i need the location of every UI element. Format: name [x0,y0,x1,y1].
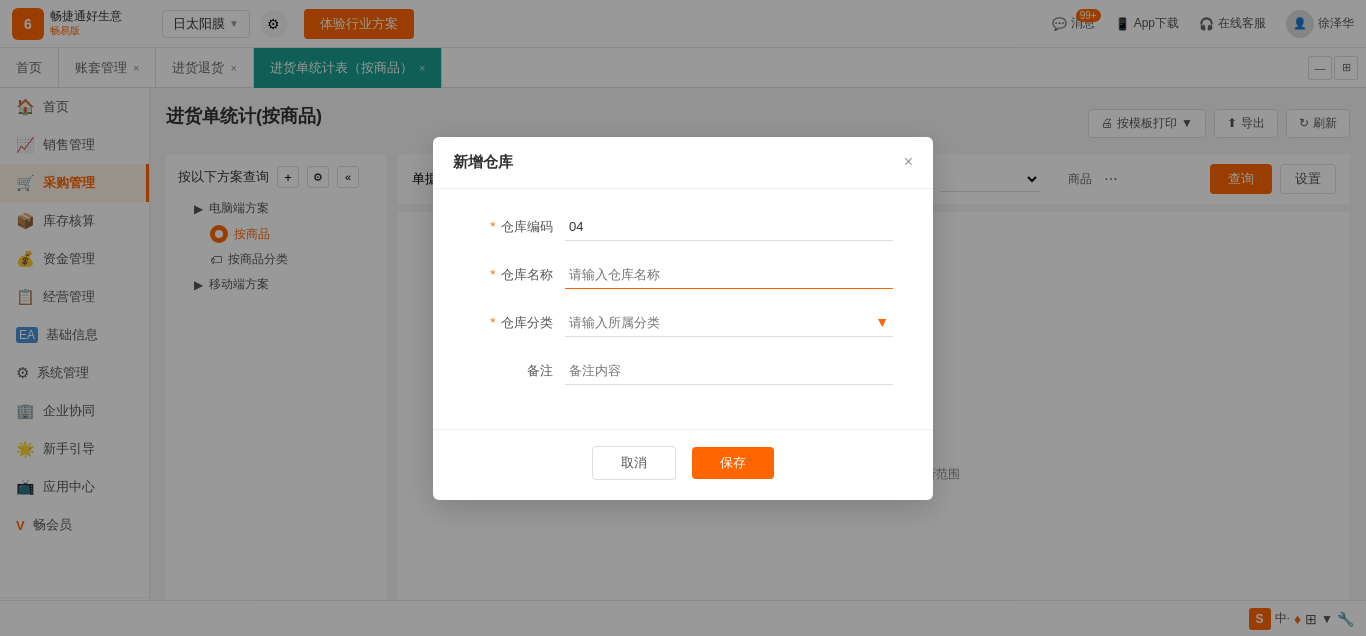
cancel-button[interactable]: 取消 [592,446,676,480]
dialog-add-warehouse: 新增仓库 × * 仓库编码 * 仓库名称 [433,137,933,500]
dialog-body: * 仓库编码 * 仓库名称 * 仓库分类 [433,189,933,429]
form-row-remark: 备注 [473,357,893,385]
form-name-label: * 仓库名称 [473,266,553,284]
warehouse-remark-input[interactable] [565,357,893,385]
modal-overlay: 新增仓库 × * 仓库编码 * 仓库名称 [0,0,1366,636]
category-required-mark: * [490,315,495,330]
form-row-name: * 仓库名称 [473,261,893,289]
warehouse-category-input[interactable] [565,309,871,336]
category-select-row: ▼ [565,309,893,337]
form-remark-label: 备注 [473,362,553,380]
form-row-code: * 仓库编码 [473,213,893,241]
dialog-header: 新增仓库 × [433,137,933,189]
warehouse-name-input[interactable] [565,261,893,289]
form-code-label: * 仓库编码 [473,218,553,236]
dialog-footer: 取消 保存 [433,429,933,500]
save-button[interactable]: 保存 [692,447,774,479]
warehouse-code-input[interactable] [565,213,893,241]
form-row-category: * 仓库分类 ▼ [473,309,893,337]
form-category-label: * 仓库分类 [473,314,553,332]
dialog-title: 新增仓库 [453,153,513,172]
category-dropdown-icon[interactable]: ▼ [871,314,893,330]
name-required-mark: * [490,267,495,282]
dialog-close-button[interactable]: × [904,153,913,171]
code-required-mark: * [490,219,495,234]
